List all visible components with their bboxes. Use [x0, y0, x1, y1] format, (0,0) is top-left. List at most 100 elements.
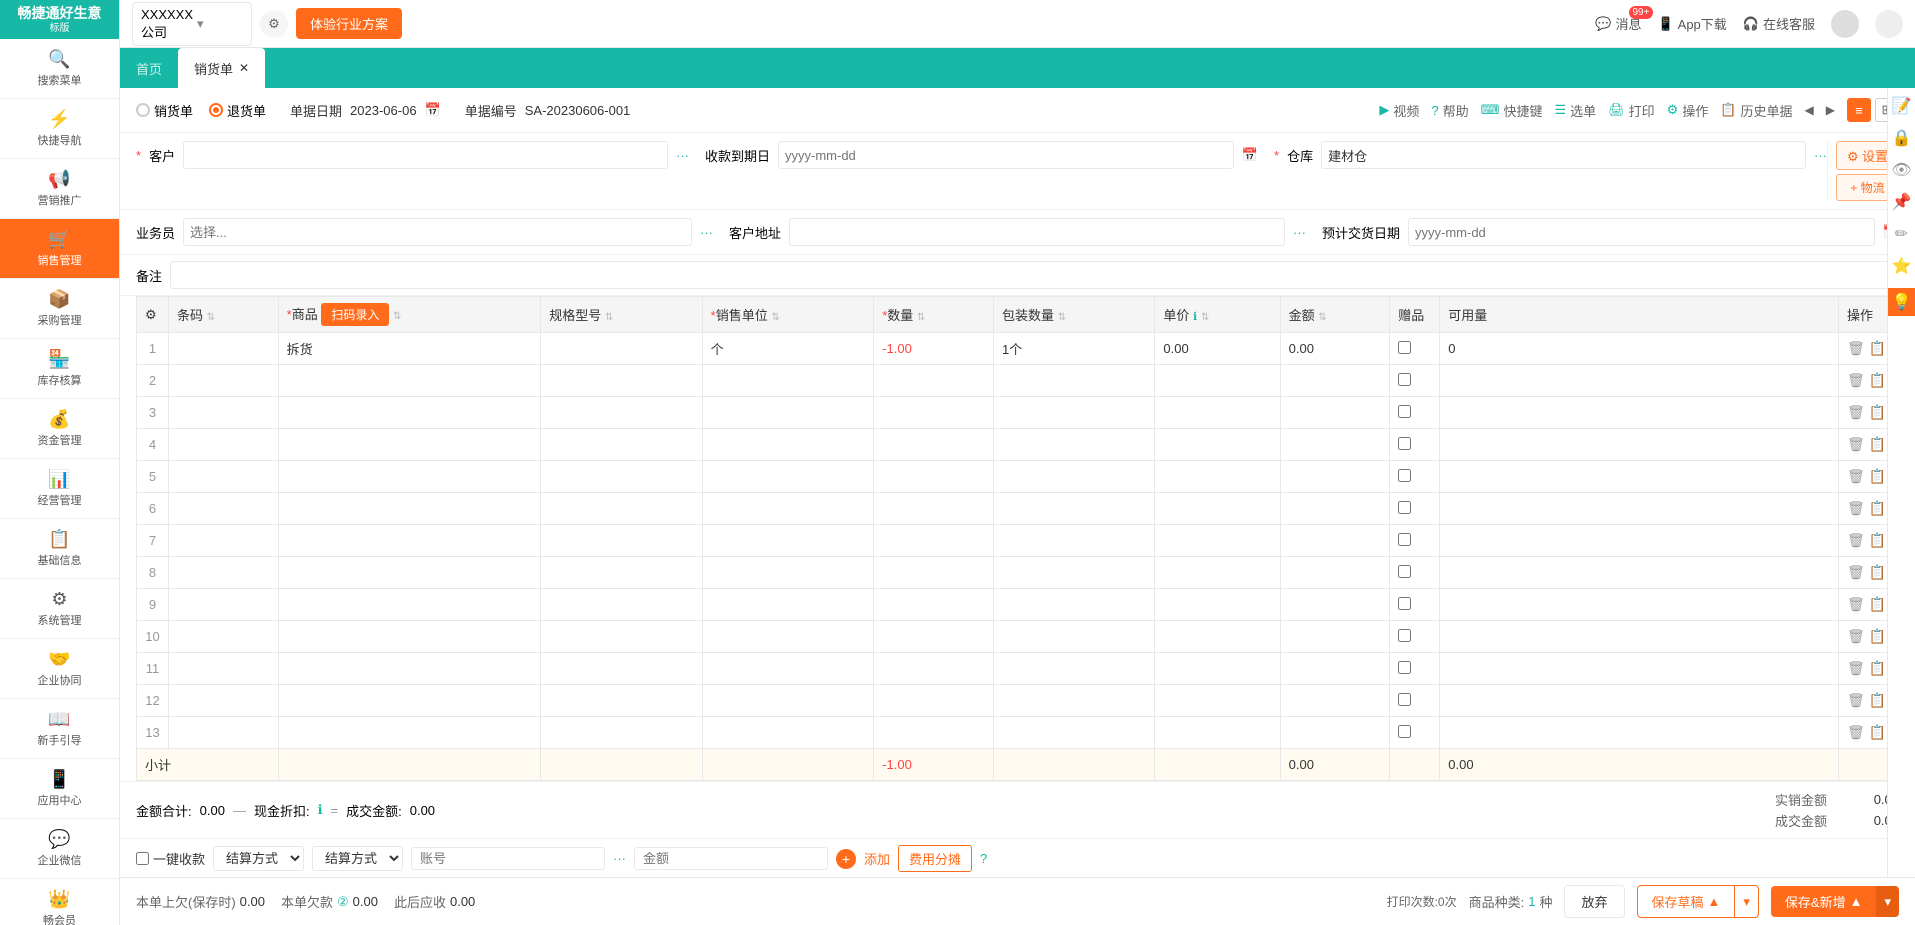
expense-help-icon[interactable]: ?	[980, 851, 987, 866]
row-product-9[interactable]	[278, 621, 541, 653]
row-product-8[interactable]	[278, 589, 541, 621]
sidebar-item-5[interactable]: 🏪 库存核算	[0, 339, 119, 399]
row-unit-0[interactable]: 个	[702, 333, 874, 365]
note-input[interactable]	[170, 261, 1899, 289]
row-pkg-3[interactable]	[993, 429, 1154, 461]
row-gift-11[interactable]	[1390, 685, 1440, 717]
row-barcode-6[interactable]	[169, 525, 279, 557]
row-amount-7[interactable]	[1280, 557, 1390, 589]
tab-sales-order[interactable]: 销货单 ✕	[178, 48, 265, 88]
copy-icon-5[interactable]: 📋	[1869, 500, 1886, 517]
row-unit-9[interactable]	[702, 621, 874, 653]
gift-checkbox-4[interactable]	[1398, 469, 1411, 482]
row-qty-3[interactable]	[874, 429, 994, 461]
select-btn[interactable]: ☰ 选单	[1554, 101, 1596, 120]
row-gift-12[interactable]	[1390, 717, 1440, 749]
sort-barcode-icon[interactable]: ⇅	[207, 312, 215, 323]
video-btn[interactable]: ▶ 视频	[1379, 101, 1419, 120]
row-unit-5[interactable]	[702, 493, 874, 525]
message-button[interactable]: 💬 消息 99+	[1595, 14, 1641, 33]
row-price-7[interactable]	[1155, 557, 1280, 589]
row-qty-2[interactable]	[874, 397, 994, 429]
row-price-3[interactable]	[1155, 429, 1280, 461]
payment-method-select[interactable]: 结算方式	[213, 846, 304, 871]
sidebar-item-7[interactable]: 📊 经营管理	[0, 459, 119, 519]
warehouse-input[interactable]	[1321, 141, 1806, 169]
copy-icon-9[interactable]: 📋	[1869, 628, 1886, 645]
row-product-6[interactable]	[278, 525, 541, 557]
row-qty-1[interactable]	[874, 365, 994, 397]
sort-price-icon[interactable]: ⇅	[1201, 312, 1209, 323]
calc-method-select[interactable]: 结算方式	[312, 846, 403, 871]
row-product-11[interactable]	[278, 685, 541, 717]
row-barcode-2[interactable]	[169, 397, 279, 429]
price-info-icon[interactable]: ℹ	[1193, 311, 1197, 323]
sidebar-item-1[interactable]: ⚡ 快捷导航	[0, 99, 119, 159]
row-product-3[interactable]	[278, 429, 541, 461]
discard-button[interactable]: 放弃	[1564, 885, 1624, 918]
help-btn[interactable]: ? 帮助	[1431, 101, 1468, 120]
sort-spec-icon[interactable]: ⇅	[605, 312, 613, 323]
gift-checkbox-3[interactable]	[1398, 437, 1411, 450]
payment-checkbox[interactable]	[136, 852, 149, 865]
customer-input[interactable]	[183, 141, 668, 169]
delete-icon-6[interactable]: 🗑	[1847, 532, 1865, 549]
row-barcode-10[interactable]	[169, 653, 279, 685]
company-select[interactable]: XXXXXX公司 ▾	[132, 2, 252, 46]
salesperson-input[interactable]	[183, 218, 692, 246]
row-pkg-7[interactable]	[993, 557, 1154, 589]
row-spec-11[interactable]	[541, 685, 702, 717]
row-spec-0[interactable]	[541, 333, 702, 365]
row-pkg-0[interactable]: 1个	[993, 333, 1154, 365]
row-gift-2[interactable]	[1390, 397, 1440, 429]
sort-qty-icon[interactable]: ⇅	[917, 312, 925, 323]
expected-date-input[interactable]	[1408, 218, 1875, 246]
row-price-5[interactable]	[1155, 493, 1280, 525]
row-qty-0[interactable]: -1.00	[874, 333, 994, 365]
copy-icon-1[interactable]: 📋	[1869, 372, 1886, 389]
copy-icon-2[interactable]: 📋	[1869, 404, 1886, 421]
row-barcode-8[interactable]	[169, 589, 279, 621]
tab-close-icon[interactable]: ✕	[239, 61, 249, 75]
save-new-arrow-button[interactable]: ▾	[1876, 886, 1899, 917]
copy-icon-11[interactable]: 📋	[1869, 692, 1886, 709]
row-barcode-7[interactable]	[169, 557, 279, 589]
row-qty-5[interactable]	[874, 493, 994, 525]
row-unit-12[interactable]	[702, 717, 874, 749]
sidebar-item-9[interactable]: ⚙ 系统管理	[0, 579, 119, 639]
sidebar-item-0[interactable]: 🔍 搜索菜单	[0, 39, 119, 99]
row-qty-11[interactable]	[874, 685, 994, 717]
copy-icon-10[interactable]: 📋	[1869, 660, 1886, 677]
sidebar-item-8[interactable]: 📋 基础信息	[0, 519, 119, 579]
row-unit-1[interactable]	[702, 365, 874, 397]
row-qty-7[interactable]	[874, 557, 994, 589]
row-pkg-2[interactable]	[993, 397, 1154, 429]
row-pkg-10[interactable]	[993, 653, 1154, 685]
row-barcode-5[interactable]	[169, 493, 279, 525]
row-pkg-12[interactable]	[993, 717, 1154, 749]
gift-checkbox-11[interactable]	[1398, 693, 1411, 706]
sidebar-item-3[interactable]: 🛒 销售管理	[0, 219, 119, 279]
row-qty-10[interactable]	[874, 653, 994, 685]
gift-checkbox-5[interactable]	[1398, 501, 1411, 514]
row-gift-8[interactable]	[1390, 589, 1440, 621]
delete-icon-4[interactable]: 🗑	[1847, 468, 1865, 485]
print-btn[interactable]: 🖨 打印	[1608, 101, 1655, 120]
row-price-6[interactable]	[1155, 525, 1280, 557]
radio-return[interactable]: 退货单	[209, 101, 266, 120]
row-pkg-5[interactable]	[993, 493, 1154, 525]
row-spec-8[interactable]	[541, 589, 702, 621]
row-price-4[interactable]	[1155, 461, 1280, 493]
delete-icon-10[interactable]: 🗑	[1847, 660, 1865, 677]
row-amount-12[interactable]	[1280, 717, 1390, 749]
user-avatar-2[interactable]	[1875, 10, 1903, 38]
row-spec-1[interactable]	[541, 365, 702, 397]
sidebar-item-14[interactable]: 👑 畅会员	[0, 879, 119, 925]
one-click-payment-btn[interactable]: 一键收款	[136, 849, 205, 868]
receive-date-calendar-icon[interactable]: 📅	[1242, 147, 1258, 163]
gift-checkbox-10[interactable]	[1398, 661, 1411, 674]
product-type-value[interactable]: 1	[1528, 894, 1535, 909]
delete-icon-9[interactable]: 🗑	[1847, 628, 1865, 645]
row-price-8[interactable]	[1155, 589, 1280, 621]
tab-home[interactable]: 首页	[120, 48, 178, 88]
